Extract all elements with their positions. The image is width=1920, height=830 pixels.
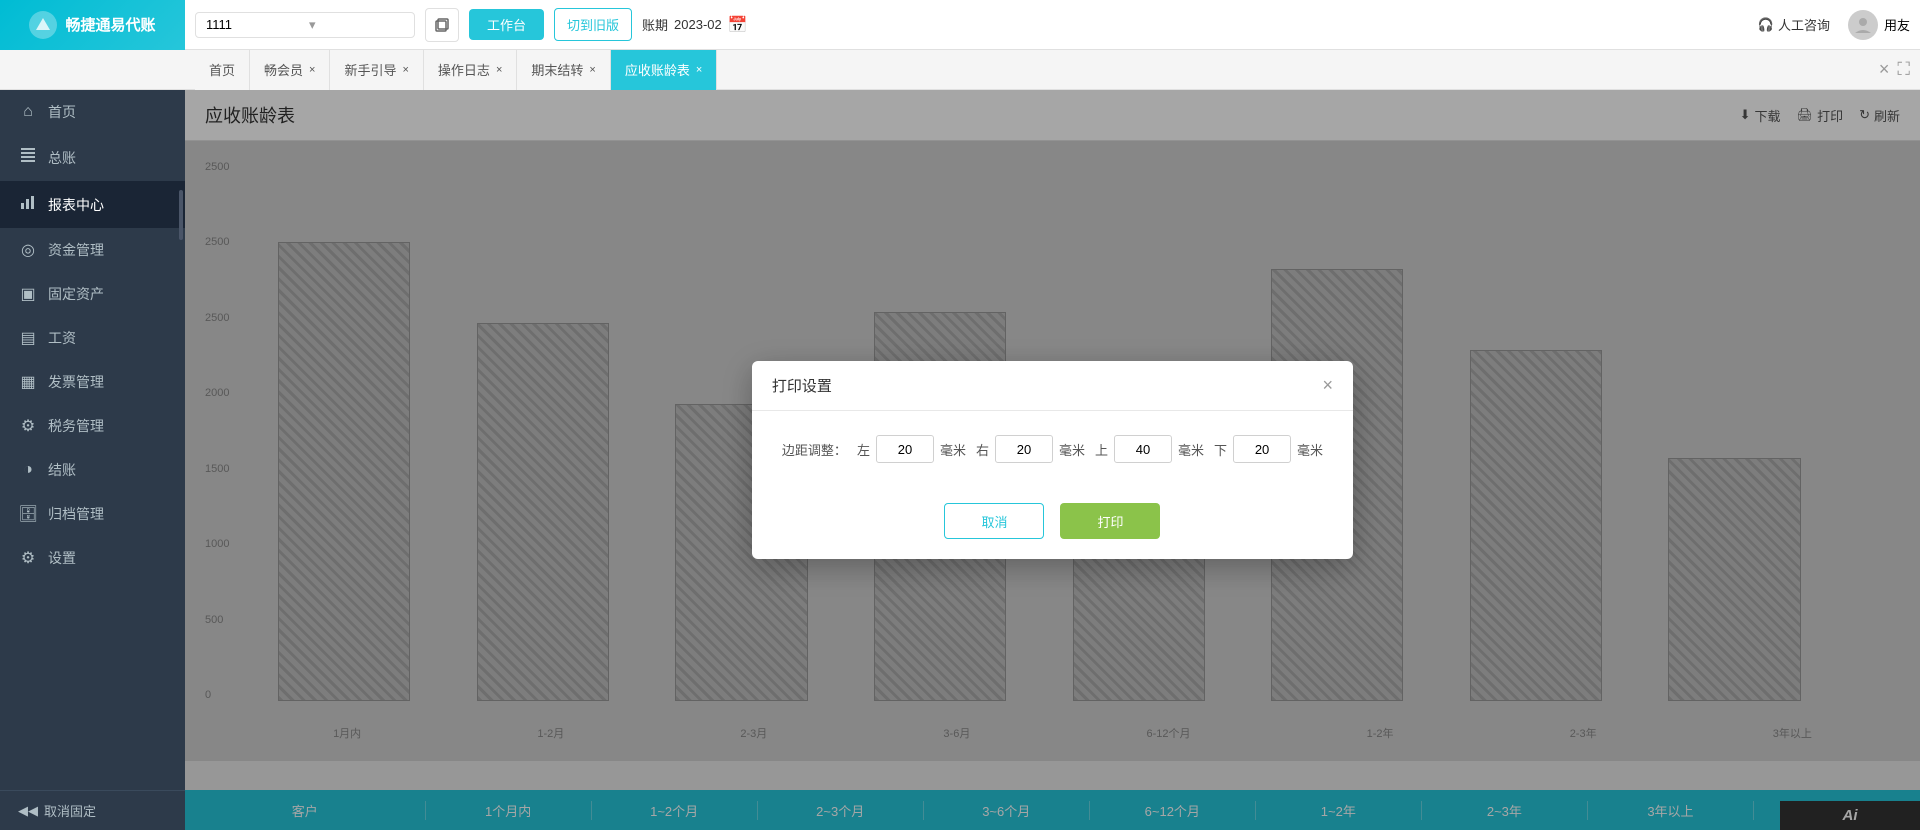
funds-icon: ◎ [18,240,38,260]
calendar-icon[interactable]: 📅 [728,15,748,35]
margin-row: 边距调整： 左 毫米 右 毫米 上 [782,435,1323,463]
sidebar-scroll: ⌂ 首页 总账 报表中心 ◎ 资金管理 ▣ 固定资产 [0,90,185,790]
assets-icon: ▣ [18,284,38,304]
tab-home[interactable]: 首页 [195,50,250,90]
ledger-icon [18,146,38,169]
sidebar-item-archive[interactable]: 🗄 归档管理 [0,492,185,536]
scrollbar-thumb [179,190,183,240]
headset-icon: 🎧 [1758,17,1774,33]
tax-icon: ⚙ [18,416,38,436]
copy-button[interactable] [425,8,459,42]
cancel-button[interactable]: 取消 [944,503,1044,539]
margin-top-input[interactable] [1114,435,1172,463]
sidebar-item-funds[interactable]: ◎ 资金管理 [0,228,185,272]
margin-bottom-input[interactable] [1233,435,1291,463]
sidebar-item-settings[interactable]: ⚙ 设置 [0,536,185,580]
margin-right-group: 右 毫米 [976,435,1085,463]
tab-close-log[interactable]: × [496,64,502,76]
closing-icon: ◑ [18,461,38,479]
sidebar-item-assets[interactable]: ▣ 固定资产 [0,272,185,316]
dialog-close-button[interactable]: × [1323,375,1334,396]
sidebar-item-home[interactable]: ⌂ 首页 [0,90,185,134]
header-right: 🎧 人工咨询 用友 [1758,10,1910,40]
workbench-button[interactable]: 工作台 [469,9,544,40]
sidebar-pin-toggle[interactable]: ◀◀ 取消固定 [0,790,185,830]
sidebar-item-reports[interactable]: 报表中心 [0,181,185,228]
dialog-footer: 取消 打印 [752,487,1353,559]
content-area: 应收账龄表 ⬇ 下载 🖨 打印 ↻ 刷新 2500 [185,90,1920,830]
logo: 畅捷通易代账 [0,0,185,50]
confirm-print-button[interactable]: 打印 [1060,503,1160,539]
dialog-header: 打印设置 × [752,361,1353,411]
sidebar: ⌂ 首页 总账 报表中心 ◎ 资金管理 ▣ 固定资产 [0,90,185,830]
tab-close-member[interactable]: × [309,64,315,76]
consult-button[interactable]: 🎧 人工咨询 [1758,15,1830,34]
tab-close-aging[interactable]: × [696,64,702,76]
top-header: 畅捷通易代账 1111 ▾ 工作台 切到旧版 账期 2023-02 📅 🎧 人工… [0,0,1920,50]
tab-bar: 首页 畅会员 × 新手引导 × 操作日志 × 期末结转 × 应收账龄表 × × … [0,50,1920,90]
period-area: 账期 2023-02 📅 [642,15,748,35]
sidebar-item-tax[interactable]: ⚙ 税务管理 [0,404,185,448]
tab-close-yearend[interactable]: × [589,64,595,76]
settings-icon: ⚙ [18,548,38,568]
salary-icon: ▤ [18,328,38,348]
print-settings-dialog: 打印设置 × 边距调整： 左 毫米 右 毫米 [752,361,1353,559]
tab-member[interactable]: 畅会员 × [250,50,330,90]
sidebar-item-invoice[interactable]: ▦ 发票管理 [0,360,185,404]
tab-close-all-icon[interactable]: × [1879,59,1890,80]
margin-left-input[interactable] [876,435,934,463]
tab-close-guide[interactable]: × [402,64,408,76]
invoice-icon: ▦ [18,372,38,392]
margin-bottom-group: 下 毫米 [1214,435,1323,463]
tab-yearend[interactable]: 期末结转 × [517,50,610,90]
reports-icon [18,193,38,216]
archive-icon: 🗄 [18,504,38,524]
margin-left-group: 左 毫米 [857,435,966,463]
tab-aging[interactable]: 应收账龄表 × [611,50,717,90]
tab-expand-icon[interactable]: ⛶ [1897,59,1910,80]
dialog-body: 边距调整： 左 毫米 右 毫米 上 [752,411,1353,487]
logo-icon [29,11,57,39]
main-layout: ⌂ 首页 总账 报表中心 ◎ 资金管理 ▣ 固定资产 [0,90,1920,830]
switch-old-button[interactable]: 切到旧版 [554,8,632,41]
avatar [1848,10,1878,40]
user-area[interactable]: 用友 [1848,10,1910,40]
tab-bar-right: × ⛶ [1879,59,1920,80]
margin-right-input[interactable] [995,435,1053,463]
tab-log[interactable]: 操作日志 × [424,50,517,90]
company-selector[interactable]: 1111 ▾ [195,12,415,38]
sidebar-item-closing[interactable]: ◑ 结账 [0,448,185,492]
margin-top-group: 上 毫米 [1095,435,1204,463]
pin-icon: ◀◀ [18,803,38,819]
sidebar-item-salary[interactable]: ▤ 工资 [0,316,185,360]
modal-overlay: 打印设置 × 边距调整： 左 毫米 右 毫米 [185,90,1920,830]
tab-guide[interactable]: 新手引导 × [330,50,423,90]
home-icon: ⌂ [18,103,38,121]
sidebar-item-ledger[interactable]: 总账 [0,134,185,181]
dropdown-arrow-icon: ▾ [309,17,404,33]
